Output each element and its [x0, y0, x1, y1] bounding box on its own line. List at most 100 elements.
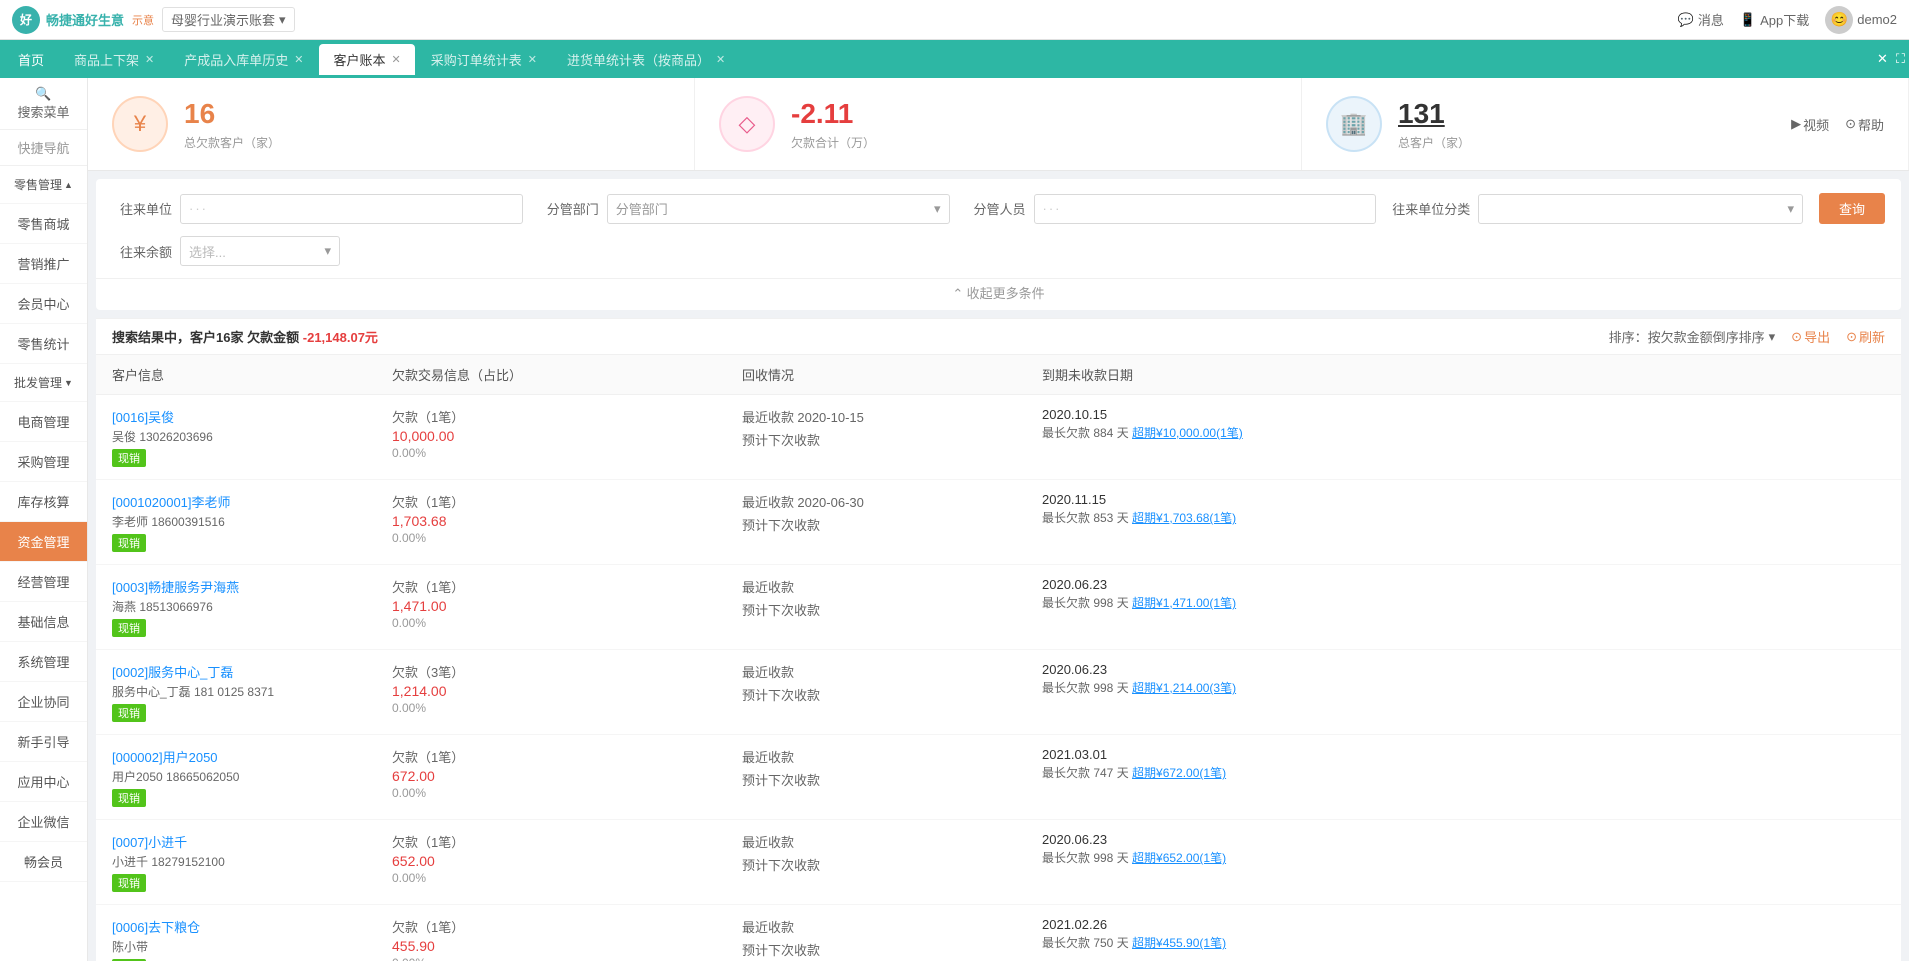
filter-unit-class: 往来单位分类 ▾	[1392, 194, 1803, 224]
sidebar-item-member[interactable]: 会员中心	[0, 284, 87, 324]
tab-home[interactable]: 首页	[4, 44, 58, 75]
app-subtitle: 示意	[132, 12, 154, 28]
tab-customer-account[interactable]: 客户账本 ✕	[319, 44, 414, 75]
balance-select[interactable]: 选择... ▾	[180, 236, 340, 266]
dept-select[interactable]: 分管部门 ▾	[607, 194, 950, 224]
export-icon: ⊙	[1791, 329, 1802, 345]
debt-amount: 10,000.00	[392, 428, 742, 444]
tabs-bar-actions: ✕ ⛶	[1877, 51, 1905, 67]
message-button[interactable]: 💬 消息	[1678, 10, 1724, 29]
overdue-date-cell: 2020.10.15 最长欠款 884 天 超期¥10,000.00(1笔)	[1042, 407, 1885, 441]
customer-name[interactable]: [0016]吴俊	[112, 407, 392, 426]
export-button[interactable]: ⊙ 导出	[1791, 327, 1830, 346]
help-button[interactable]: ⊙ 帮助	[1845, 115, 1884, 134]
sidebar-item-vip[interactable]: 畅会员	[0, 842, 87, 882]
filter-unit-class-label: 往来单位分类	[1392, 199, 1470, 218]
customer-name[interactable]: [000002]用户2050	[112, 747, 392, 766]
unit-class-select[interactable]: ▾	[1478, 194, 1803, 224]
customer-info-cell: [0002]服务中心_丁磊 服务中心_丁磊 181 0125 8371 现销	[112, 662, 392, 722]
filter-person: 分管人员 ···	[966, 194, 1377, 224]
customer-name[interactable]: [0002]服务中心_丁磊	[112, 662, 392, 681]
payment-last: 最近收款	[742, 832, 1042, 851]
debt-info-cell: 欠款（1笔） 10,000.00 0.00%	[392, 407, 742, 460]
payment-last: 最近收款 2020-10-15	[742, 407, 1042, 426]
col-header-payment-status: 回收情况	[742, 365, 1042, 384]
overdue-days: 最长欠款 998 天 超期¥1,471.00(1笔)	[1042, 594, 1885, 611]
results-bar: 搜索结果中，客户16家 欠款金额 -21,148.07元 排序：按欠款金额倒序排…	[96, 318, 1901, 354]
payment-last: 最近收款 2020-06-30	[742, 492, 1042, 511]
sidebar-item-retail-mgmt[interactable]: 零售管理 ▲	[0, 166, 87, 204]
sidebar-item-system[interactable]: 系统管理	[0, 642, 87, 682]
sidebar-item-ecommerce[interactable]: 电商管理	[0, 402, 87, 442]
overdue-due-date: 2020.06.23	[1042, 832, 1885, 847]
total-customers-label: 总客户（家）	[1398, 134, 1470, 151]
sidebar-item-app-center[interactable]: 应用中心	[0, 762, 87, 802]
search-icon: 🔍	[35, 86, 51, 101]
overdue-amount-link[interactable]: 超期¥1,214.00(3笔)	[1132, 681, 1236, 695]
tab-product-shelf[interactable]: 商品上下架 ✕	[60, 44, 168, 75]
overdue-date-cell: 2020.06.23 最长欠款 998 天 超期¥652.00(1笔)	[1042, 832, 1885, 866]
tab-purchase-order[interactable]: 采购订单统计表 ✕	[417, 44, 551, 75]
debt-percent: 0.00%	[392, 616, 742, 630]
collapse-filters-button[interactable]: ⌃ 收起更多条件	[96, 278, 1901, 306]
source-unit-input[interactable]: ···	[180, 194, 523, 224]
customer-contact: 小进千 18279152100	[112, 853, 392, 870]
table-row: [0001020001]李老师 李老师 18600391516 现销 欠款（1笔…	[96, 480, 1901, 565]
overdue-amount-link[interactable]: 超期¥10,000.00(1笔)	[1132, 426, 1243, 440]
table-header: 客户信息 欠款交易信息（占比） 回收情况 到期未收款日期	[96, 354, 1901, 395]
customer-tag: 现销	[112, 704, 146, 722]
debt-info-cell: 欠款（1笔） 652.00 0.00%	[392, 832, 742, 885]
person-input[interactable]: ···	[1034, 194, 1377, 224]
sidebar-item-marketing[interactable]: 营销推广	[0, 244, 87, 284]
view-video-button[interactable]: ▶ 视频	[1791, 115, 1829, 134]
sidebar-item-newcomer[interactable]: 新手引导	[0, 722, 87, 762]
overdue-amount-link[interactable]: 超期¥672.00(1笔)	[1132, 766, 1226, 780]
close-icon[interactable]: ✕	[392, 53, 401, 66]
close-all-icon[interactable]: ✕	[1877, 51, 1888, 67]
debt-percent: 0.00%	[392, 531, 742, 545]
debt-amount: 1,214.00	[392, 683, 742, 699]
sidebar-item-retail-mall[interactable]: 零售商城	[0, 204, 87, 244]
sort-select[interactable]: 排序：按欠款金额倒序排序 ▾	[1609, 327, 1776, 346]
debt-count: 欠款（1笔）	[392, 832, 742, 851]
customer-name[interactable]: [0006]去下粮仓	[112, 917, 392, 936]
sidebar-item-inventory[interactable]: 库存核算	[0, 482, 87, 522]
debt-info-cell: 欠款（1笔） 1,471.00 0.00%	[392, 577, 742, 630]
table-row: [0003]畅捷服务尹海燕 海燕 18513066976 现销 欠款（1笔） 1…	[96, 565, 1901, 650]
overdue-amount-link[interactable]: 超期¥652.00(1笔)	[1132, 851, 1226, 865]
user-avatar-area[interactable]: 😊 demo2	[1825, 6, 1897, 34]
col-header-overdue-date: 到期未收款日期	[1042, 365, 1885, 384]
sidebar-item-enterprise[interactable]: 企业协同	[0, 682, 87, 722]
app-logo-icon: 好	[12, 6, 40, 34]
sidebar-item-batch-mgmt[interactable]: 批发管理 ▼	[0, 364, 87, 402]
sidebar-item-operations[interactable]: 经营管理	[0, 562, 87, 602]
close-icon[interactable]: ✕	[145, 53, 154, 66]
sidebar-item-purchase[interactable]: 采购管理	[0, 442, 87, 482]
maximize-icon[interactable]: ⛶	[1896, 51, 1905, 67]
customer-name[interactable]: [0003]畅捷服务尹海燕	[112, 577, 392, 596]
stat-card-overdue-customers: ¥ 16 总欠款客户（家）	[88, 78, 695, 170]
app-download-button[interactable]: 📱 App下载	[1740, 10, 1809, 29]
tab-product-history[interactable]: 产成品入库单历史 ✕	[170, 44, 317, 75]
refresh-button[interactable]: ⊙ 刷新	[1846, 327, 1885, 346]
overdue-days: 最长欠款 853 天 超期¥1,703.68(1笔)	[1042, 509, 1885, 526]
sidebar-item-retail-stats[interactable]: 零售统计	[0, 324, 87, 364]
close-icon[interactable]: ✕	[294, 53, 303, 66]
sidebar-item-wechat[interactable]: 企业微信	[0, 802, 87, 842]
debt-info-cell: 欠款（1笔） 1,703.68 0.00%	[392, 492, 742, 545]
overdue-amount-link[interactable]: 超期¥1,703.68(1笔)	[1132, 511, 1236, 525]
customer-name[interactable]: [0001020001]李老师	[112, 492, 392, 511]
customer-name[interactable]: [0007]小进千	[112, 832, 392, 851]
sidebar-item-basic-info[interactable]: 基础信息	[0, 602, 87, 642]
close-icon[interactable]: ✕	[716, 53, 725, 66]
sidebar-search[interactable]: 🔍 搜索菜单	[0, 78, 87, 130]
sidebar-quicknav[interactable]: 快捷导航	[0, 130, 87, 166]
query-button[interactable]: 查询	[1819, 193, 1885, 224]
overdue-amount-link[interactable]: 超期¥1,471.00(1笔)	[1132, 596, 1236, 610]
sidebar-item-capital[interactable]: 资金管理	[0, 522, 87, 562]
close-icon[interactable]: ✕	[528, 53, 537, 66]
payment-status-cell: 最近收款 2020-10-15 预计下次收款	[742, 407, 1042, 449]
store-selector[interactable]: 母婴行业演示账套 ▾	[162, 7, 295, 32]
overdue-amount-link[interactable]: 超期¥455.90(1笔)	[1132, 936, 1226, 950]
tab-inventory-stats[interactable]: 进货单统计表（按商品） ✕	[553, 44, 739, 75]
